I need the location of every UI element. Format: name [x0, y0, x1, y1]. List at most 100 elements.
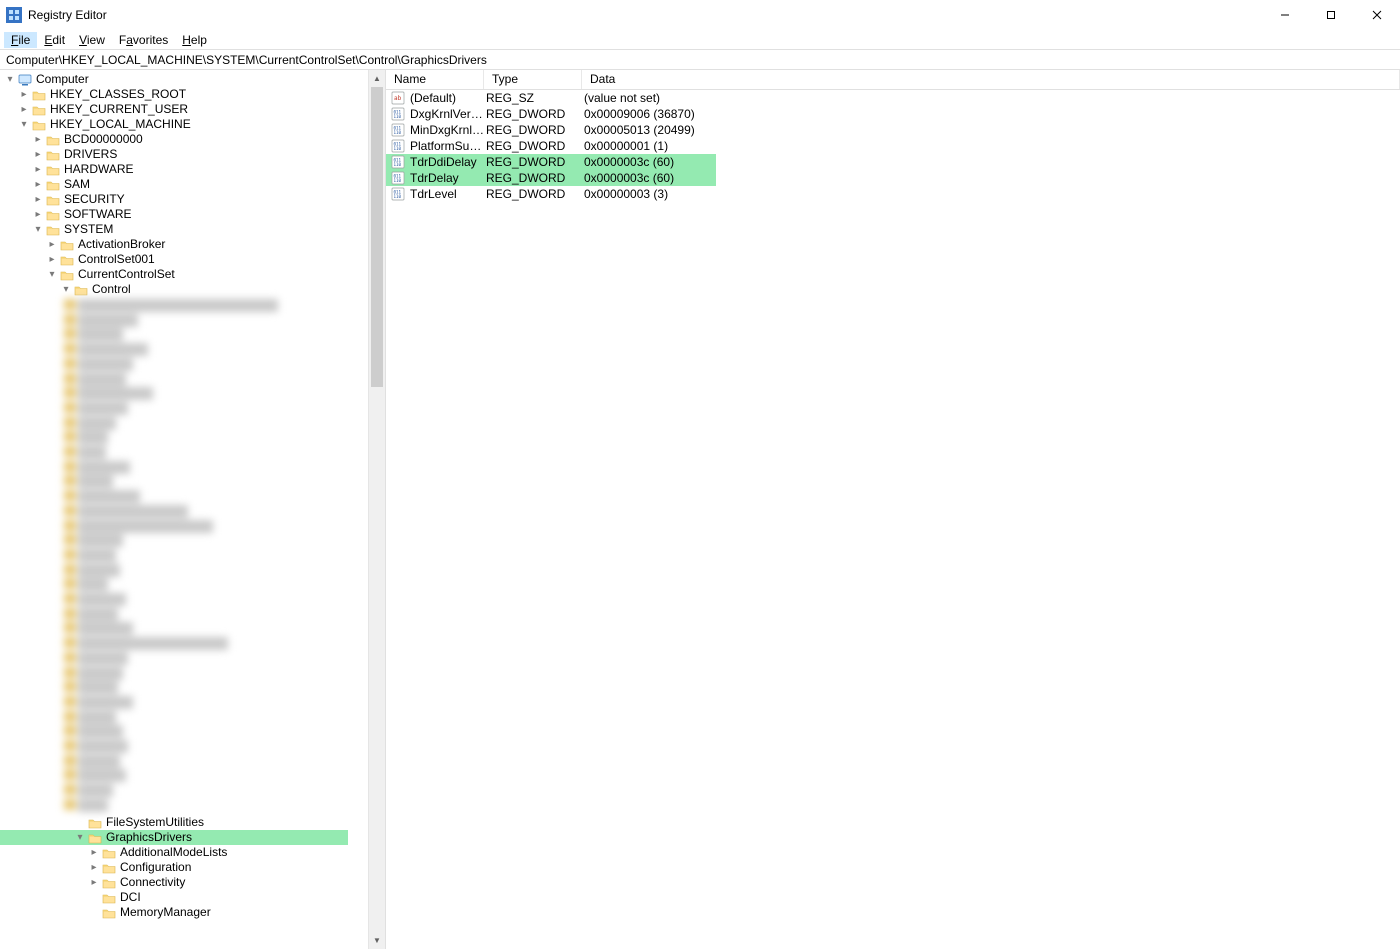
- menu-favorites[interactable]: Favorites: [112, 32, 175, 48]
- tree-node-configuration[interactable]: ▸ Configuration: [0, 860, 368, 875]
- chevron-right-icon[interactable]: ▸: [32, 209, 44, 221]
- value-row[interactable]: TdrDdiDelayREG_DWORD0x0000003c (60): [386, 154, 716, 170]
- minimize-button[interactable]: [1262, 0, 1308, 30]
- tree-node-filesystemutilities[interactable]: ▸ FileSystemUtilities: [0, 815, 368, 830]
- tree-label: SECURITY: [64, 192, 131, 207]
- value-name: TdrDelay: [410, 171, 486, 185]
- tree-node-hkcr[interactable]: ▸ HKEY_CLASSES_ROOT: [0, 87, 368, 102]
- tree-node-activationbroker[interactable]: ▸ ActivationBroker: [0, 237, 368, 252]
- tree-label: HKEY_LOCAL_MACHINE: [50, 117, 197, 132]
- chevron-right-icon[interactable]: ▸: [18, 104, 30, 116]
- menu-help[interactable]: Help: [175, 32, 214, 48]
- chevron-down-icon[interactable]: ▾: [4, 74, 16, 86]
- value-row[interactable]: TdrDelayREG_DWORD0x0000003c (60): [386, 170, 716, 186]
- value-row[interactable]: DxgKrnlVersionREG_DWORD0x00009006 (36870…: [386, 106, 1400, 122]
- tree-node-memorymanager[interactable]: ▸ MemoryManager: [0, 905, 368, 920]
- chevron-right-icon[interactable]: ▸: [32, 164, 44, 176]
- tree-node-currentcontrolset[interactable]: ▾ CurrentControlSet: [0, 267, 368, 282]
- tree-label: Connectivity: [120, 875, 191, 890]
- tree-label: ActivationBroker: [78, 237, 171, 252]
- tree-node-system[interactable]: ▾ SYSTEM: [0, 222, 368, 237]
- folder-icon: [31, 88, 47, 102]
- tree-node-hkcu[interactable]: ▸ HKEY_CURRENT_USER: [0, 102, 368, 117]
- value-type: REG_DWORD: [486, 171, 584, 185]
- scroll-down-icon[interactable]: ▼: [369, 932, 385, 949]
- value-row[interactable]: MinDxgKrnlVersi...REG_DWORD0x00005013 (2…: [386, 122, 1400, 138]
- tree-node-graphicsdrivers[interactable]: ▾ GraphicsDrivers: [0, 830, 348, 845]
- tree-node-drivers[interactable]: ▸ DRIVERS: [0, 147, 368, 162]
- value-data: 0x0000003c (60): [584, 155, 716, 169]
- tree-node-connectivity[interactable]: ▸ Connectivity: [0, 875, 368, 890]
- values-panel: Name Type Data (Default)REG_SZ(value not…: [386, 70, 1400, 949]
- column-data-header[interactable]: Data: [582, 70, 1400, 89]
- values-header: Name Type Data: [386, 70, 1400, 90]
- tree-node-software[interactable]: ▸ SOFTWARE: [0, 207, 368, 222]
- tree-node-hardware[interactable]: ▸ HARDWARE: [0, 162, 368, 177]
- menubar: File Edit View Favorites Help: [0, 30, 1400, 50]
- folder-icon: [101, 891, 117, 905]
- tree-node-security[interactable]: ▸ SECURITY: [0, 192, 368, 207]
- chevron-right-icon[interactable]: ▸: [18, 89, 30, 101]
- tree-label: SAM: [64, 177, 96, 192]
- chevron-right-icon[interactable]: ▸: [32, 134, 44, 146]
- chevron-down-icon[interactable]: ▾: [46, 269, 58, 281]
- chevron-right-icon[interactable]: ▸: [88, 877, 100, 889]
- folder-icon: [59, 253, 75, 267]
- column-name-header[interactable]: Name: [386, 70, 484, 89]
- chevron-right-icon[interactable]: ▸: [32, 179, 44, 191]
- chevron-right-icon[interactable]: ▸: [46, 239, 58, 251]
- values-body[interactable]: (Default)REG_SZ(value not set)DxgKrnlVer…: [386, 90, 1400, 949]
- value-data: (value not set): [584, 91, 1400, 105]
- chevron-right-icon[interactable]: ▸: [46, 254, 58, 266]
- value-type: REG_SZ: [486, 91, 584, 105]
- value-name: MinDxgKrnlVersi...: [410, 123, 486, 137]
- close-button[interactable]: [1354, 0, 1400, 30]
- tree-node-controlset001[interactable]: ▸ ControlSet001: [0, 252, 368, 267]
- value-data: 0x00000003 (3): [584, 187, 1400, 201]
- maximize-button[interactable]: [1308, 0, 1354, 30]
- tree-label: HARDWARE: [64, 162, 140, 177]
- reg-dword-icon: [390, 155, 406, 169]
- chevron-right-icon[interactable]: ▸: [32, 149, 44, 161]
- menu-file[interactable]: File: [4, 32, 37, 48]
- value-row[interactable]: (Default)REG_SZ(value not set): [386, 90, 1400, 106]
- folder-icon: [45, 193, 61, 207]
- address-bar[interactable]: Computer\HKEY_LOCAL_MACHINE\SYSTEM\Curre…: [0, 50, 1400, 70]
- tree-label: Control: [92, 282, 137, 297]
- tree-node-hklm[interactable]: ▾ HKEY_LOCAL_MACHINE: [0, 117, 368, 132]
- value-data: 0x00009006 (36870): [584, 107, 1400, 121]
- value-row[interactable]: PlatformSupport...REG_DWORD0x00000001 (1…: [386, 138, 1400, 154]
- chevron-down-icon[interactable]: ▾: [32, 224, 44, 236]
- folder-icon: [31, 103, 47, 117]
- tree-node-computer[interactable]: ▾ Computer: [0, 72, 368, 87]
- tree-node-dci[interactable]: ▸ DCI: [0, 890, 368, 905]
- scroll-thumb[interactable]: [371, 87, 383, 387]
- value-name: TdrLevel: [410, 187, 486, 201]
- value-row[interactable]: TdrLevelREG_DWORD0x00000003 (3): [386, 186, 1400, 202]
- tree-node-sam[interactable]: ▸ SAM: [0, 177, 368, 192]
- reg-dword-icon: [390, 123, 406, 137]
- tree-scroll-area[interactable]: ▾ Computer ▸ HKEY_CLASSES_ROOT ▸ HKEY_CU…: [0, 70, 368, 949]
- tree-label: DRIVERS: [64, 147, 123, 162]
- column-type-header[interactable]: Type: [484, 70, 582, 89]
- chevron-down-icon[interactable]: ▾: [18, 119, 30, 131]
- chevron-down-icon[interactable]: ▾: [74, 832, 86, 844]
- menu-edit[interactable]: Edit: [37, 32, 72, 48]
- chevron-right-icon[interactable]: ▸: [32, 194, 44, 206]
- chevron-right-icon[interactable]: ▸: [88, 847, 100, 859]
- tree-node-additionalmodelists[interactable]: ▸ AdditionalModeLists: [0, 845, 368, 860]
- reg-sz-icon: [390, 91, 406, 105]
- titlebar: Registry Editor: [0, 0, 1400, 30]
- folder-icon: [31, 118, 47, 132]
- tree-label: SYSTEM: [64, 222, 119, 237]
- value-type: REG_DWORD: [486, 187, 584, 201]
- tree-node-control[interactable]: ▾ Control: [0, 282, 368, 297]
- menu-view[interactable]: View: [72, 32, 112, 48]
- chevron-down-icon[interactable]: ▾: [60, 284, 72, 296]
- chevron-right-icon[interactable]: ▸: [88, 862, 100, 874]
- scroll-up-icon[interactable]: ▲: [369, 70, 385, 87]
- tree-node-bcd[interactable]: ▸ BCD00000000: [0, 132, 368, 147]
- tree-label: MemoryManager: [120, 905, 217, 920]
- tree-scrollbar[interactable]: ▲ ▼: [368, 70, 385, 949]
- folder-icon: [101, 861, 117, 875]
